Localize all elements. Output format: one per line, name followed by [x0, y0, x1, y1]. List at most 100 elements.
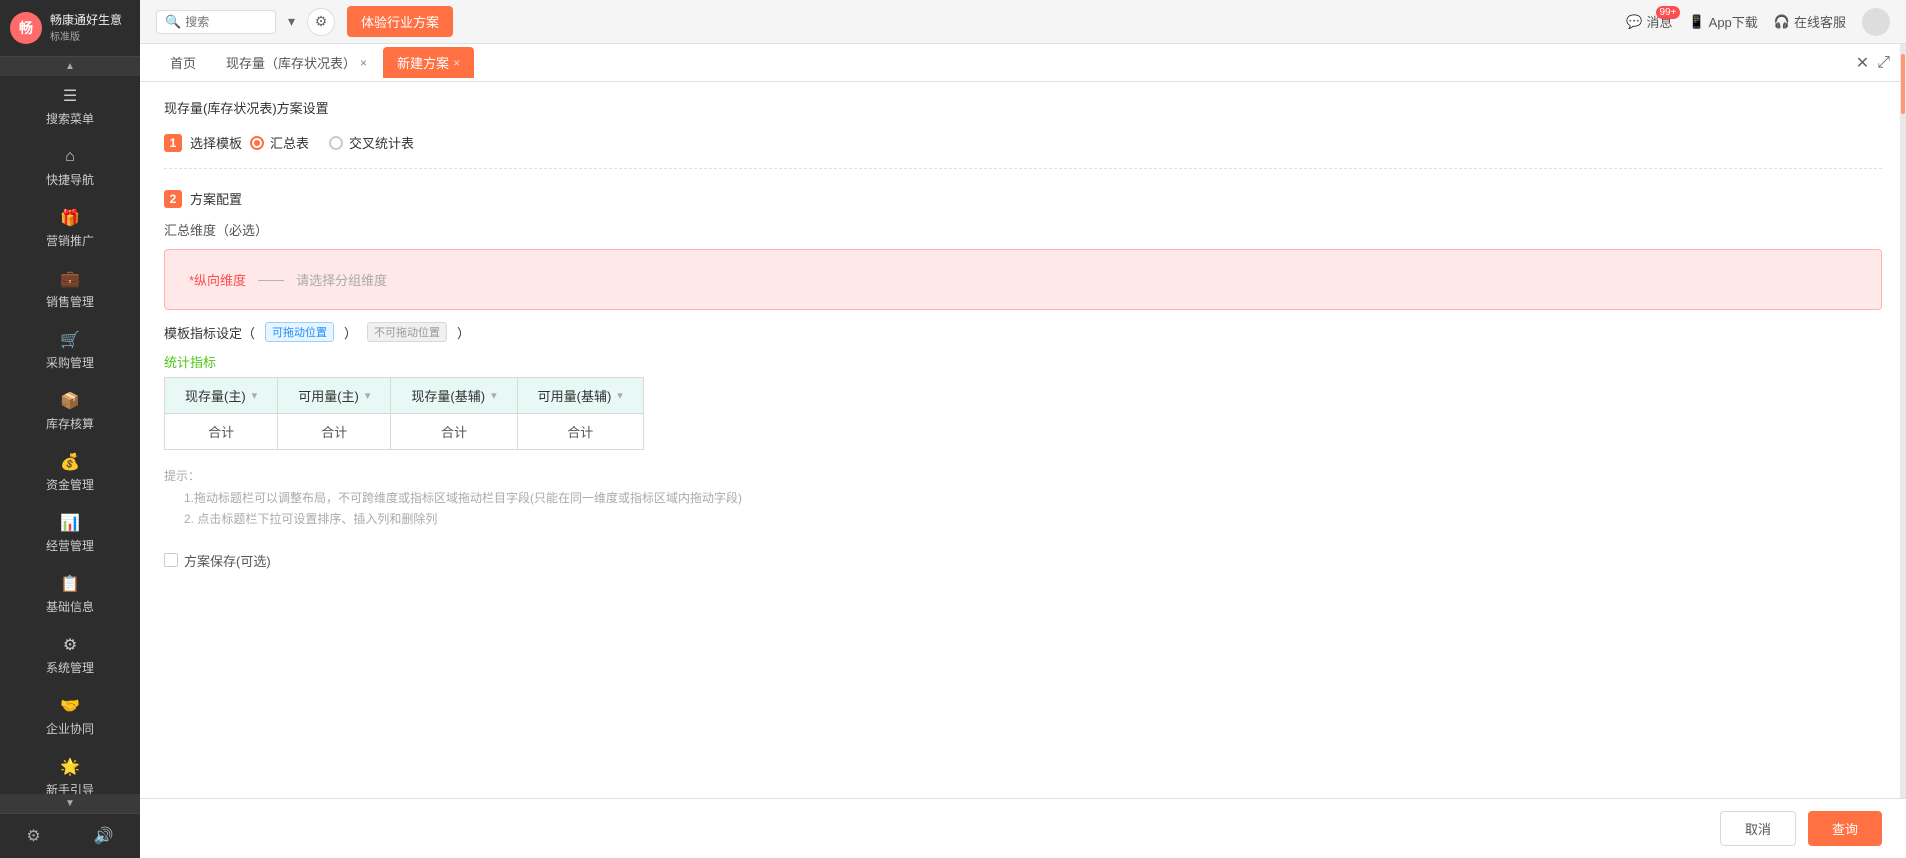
topbar-settings-btn[interactable]: ⚙: [307, 8, 335, 36]
content-inner: 现存量(库存状况表)方案设置 1 选择模板 汇总表 交叉统计表: [140, 82, 1906, 858]
col-data-3: 合计: [517, 414, 643, 450]
dimension-box[interactable]: *纵向维度 —— 请选择分组维度: [164, 249, 1882, 310]
app-name: 畅康通好生意: [50, 13, 122, 29]
col-header-2[interactable]: 现存量(基辅) ▾: [391, 378, 517, 414]
stats-table-data-row: 合计 合计 合计 合计: [165, 414, 644, 450]
app-logo: 畅 畅康通好生意 标准版: [0, 0, 140, 57]
new-guide-icon: 🌟: [60, 757, 80, 777]
industry-plan-btn[interactable]: 体验行业方案: [347, 6, 453, 37]
summary-dimension-label: 汇总维度（必选）: [164, 220, 1882, 239]
topbar-search-box[interactable]: 🔍: [156, 10, 276, 34]
message-btn[interactable]: 💬 消息 99+: [1626, 12, 1672, 31]
tab-new-plan[interactable]: 新建方案 ×: [383, 47, 474, 78]
save-checkbox-label: 方案保存(可选): [184, 551, 271, 570]
col-header-3[interactable]: 可用量(基辅) ▾: [517, 378, 643, 414]
basic-info-icon: 📋: [60, 574, 80, 594]
sidebar-settings-btn[interactable]: ⚙: [18, 822, 48, 850]
col-2-dropdown-arrow[interactable]: ▾: [491, 389, 497, 402]
right-scroll-thumb: [1901, 54, 1905, 114]
tab-close-all-btn[interactable]: ✕: [1856, 53, 1869, 73]
sidebar-item-finance[interactable]: 💰 资金管理: [0, 442, 140, 503]
headset-icon: 🎧: [1774, 14, 1790, 30]
operations-icon: 📊: [60, 513, 80, 533]
tag-unmovable: 不可拖动位置: [367, 322, 447, 342]
tab-inventory-status-close[interactable]: ×: [360, 56, 367, 70]
sidebar-item-purchase[interactable]: 🛒 采购管理: [0, 320, 140, 381]
sidebar-item-cooperation[interactable]: 🤝 企业协同: [0, 686, 140, 747]
section2-header: 2 方案配置: [164, 189, 1882, 208]
radio-cross[interactable]: 交叉统计表: [329, 133, 414, 152]
sidebar-scroll-up[interactable]: ▲: [0, 57, 140, 76]
section2-title: 方案配置: [190, 189, 242, 208]
user-avatar[interactable]: [1862, 8, 1890, 36]
save-checkbox-row: 方案保存(可选): [164, 551, 1882, 570]
tag-movable: 可拖动位置: [265, 322, 334, 342]
tab-expand-btn[interactable]: ⤢: [1877, 54, 1890, 72]
search-icon: 🔍: [165, 14, 181, 30]
col-data-2: 合计: [391, 414, 517, 450]
tab-home[interactable]: 首页: [156, 47, 210, 78]
topbar-dropdown-btn[interactable]: ▾: [288, 13, 295, 30]
inventory-icon: 📦: [60, 391, 80, 411]
sidebar-item-new-guide[interactable]: 🌟 新手引导: [0, 747, 140, 794]
dimension-dash: ——: [258, 272, 284, 287]
section2-num: 2: [164, 190, 182, 208]
topbar-left: 🔍 ▾ ⚙ 体验行业方案: [156, 6, 453, 37]
template-options: 汇总表 交叉统计表: [250, 133, 414, 152]
right-scrollbar[interactable]: [1900, 44, 1906, 808]
system-icon: ⚙: [60, 635, 80, 655]
radio-summary-circle: [250, 136, 264, 150]
tabbar: 首页 现存量（库存状况表） × 新建方案 × ✕ ⤢: [140, 44, 1906, 82]
quick-nav-icon: ⌂: [60, 147, 80, 167]
radio-summary[interactable]: 汇总表: [250, 133, 309, 152]
online-service-btn[interactable]: 🎧 在线客服: [1774, 12, 1846, 31]
sidebar-item-marketing[interactable]: 🎁 营销推广: [0, 198, 140, 259]
tab-inventory-status[interactable]: 现存量（库存状况表） ×: [212, 47, 381, 78]
finance-icon: 💰: [60, 452, 80, 472]
topbar: 🔍 ▾ ⚙ 体验行业方案 💬 消息 99+ 📱 App下载 🎧 在线客服: [140, 0, 1906, 44]
settings-icon: ⚙: [315, 13, 328, 30]
content-area: 现存量(库存状况表)方案设置 1 选择模板 汇总表 交叉统计表: [140, 82, 1906, 858]
dimension-row: *纵向维度 —— 请选择分组维度: [189, 270, 1857, 289]
section1-title: 选择模板: [190, 133, 242, 152]
footer-bar: 取消 查询: [140, 798, 1906, 858]
purchase-icon: 🛒: [60, 330, 80, 350]
search-input[interactable]: [185, 15, 265, 29]
indicator-settings-row: 模板指标设定（ 可拖动位置 ） 不可拖动位置 ）: [164, 322, 1882, 342]
query-button[interactable]: 查询: [1808, 811, 1882, 846]
col-header-1[interactable]: 可用量(主) ▾: [278, 378, 391, 414]
sidebar-item-operations[interactable]: 📊 经营管理: [0, 503, 140, 564]
tip-item-0: 1.拖动标题栏可以调整布局，不可跨维度或指标区域拖动栏目字段(只能在同一维度或指…: [184, 488, 1882, 510]
app-download-btn[interactable]: 📱 App下载: [1688, 12, 1757, 31]
section1-header: 1 选择模板 汇总表 交叉统计表: [164, 133, 1882, 152]
sidebar-item-inventory[interactable]: 📦 库存核算: [0, 381, 140, 442]
col-0-dropdown-arrow[interactable]: ▾: [252, 389, 258, 402]
sidebar-bottom: ⚙ 🔊: [0, 813, 140, 858]
sidebar-menu: ☰ 搜索菜单 ⌂ 快捷导航 🎁 营销推广 💼 销售管理 🛒 采购管理 📦 库存核…: [0, 76, 140, 794]
sidebar-item-system[interactable]: ⚙ 系统管理: [0, 625, 140, 686]
col-header-0[interactable]: 现存量(主) ▾: [165, 378, 278, 414]
logo-icon: 畅: [10, 12, 42, 44]
page-title: 现存量(库存状况表)方案设置: [164, 98, 1882, 117]
radio-cross-circle: [329, 136, 343, 150]
sidebar-item-sales[interactable]: 💼 销售管理: [0, 259, 140, 320]
sidebar-scroll-down[interactable]: ▼: [0, 794, 140, 813]
cancel-button[interactable]: 取消: [1720, 811, 1796, 846]
col-data-1: 合计: [278, 414, 391, 450]
stats-table-header-row: 现存量(主) ▾ 可用量(主) ▾: [165, 378, 644, 414]
sidebar-item-basic-info[interactable]: 📋 基础信息: [0, 564, 140, 625]
section-template: 1 选择模板 汇总表 交叉统计表: [164, 133, 1882, 169]
sidebar-sound-btn[interactable]: 🔊: [86, 822, 122, 850]
main-area: 🔍 ▾ ⚙ 体验行业方案 💬 消息 99+ 📱 App下载 🎧 在线客服: [140, 0, 1906, 858]
col-3-dropdown-arrow[interactable]: ▾: [617, 389, 623, 402]
col-1-dropdown-arrow[interactable]: ▾: [365, 389, 371, 402]
tab-new-plan-close[interactable]: ×: [453, 56, 460, 70]
stats-table: 现存量(主) ▾ 可用量(主) ▾: [164, 377, 644, 450]
sidebar-item-quick-nav[interactable]: ⌂ 快捷导航: [0, 137, 140, 198]
section-plan: 2 方案配置 汇总维度（必选） *纵向维度 —— 请选择分组维度 模板指标设定（…: [164, 189, 1882, 531]
app-download-icon: 📱: [1688, 14, 1704, 30]
sidebar-item-search-menu[interactable]: ☰ 搜索菜单: [0, 76, 140, 137]
save-checkbox[interactable]: [164, 553, 178, 567]
message-badge: 99+: [1656, 6, 1681, 19]
message-icon: 💬: [1626, 14, 1642, 30]
